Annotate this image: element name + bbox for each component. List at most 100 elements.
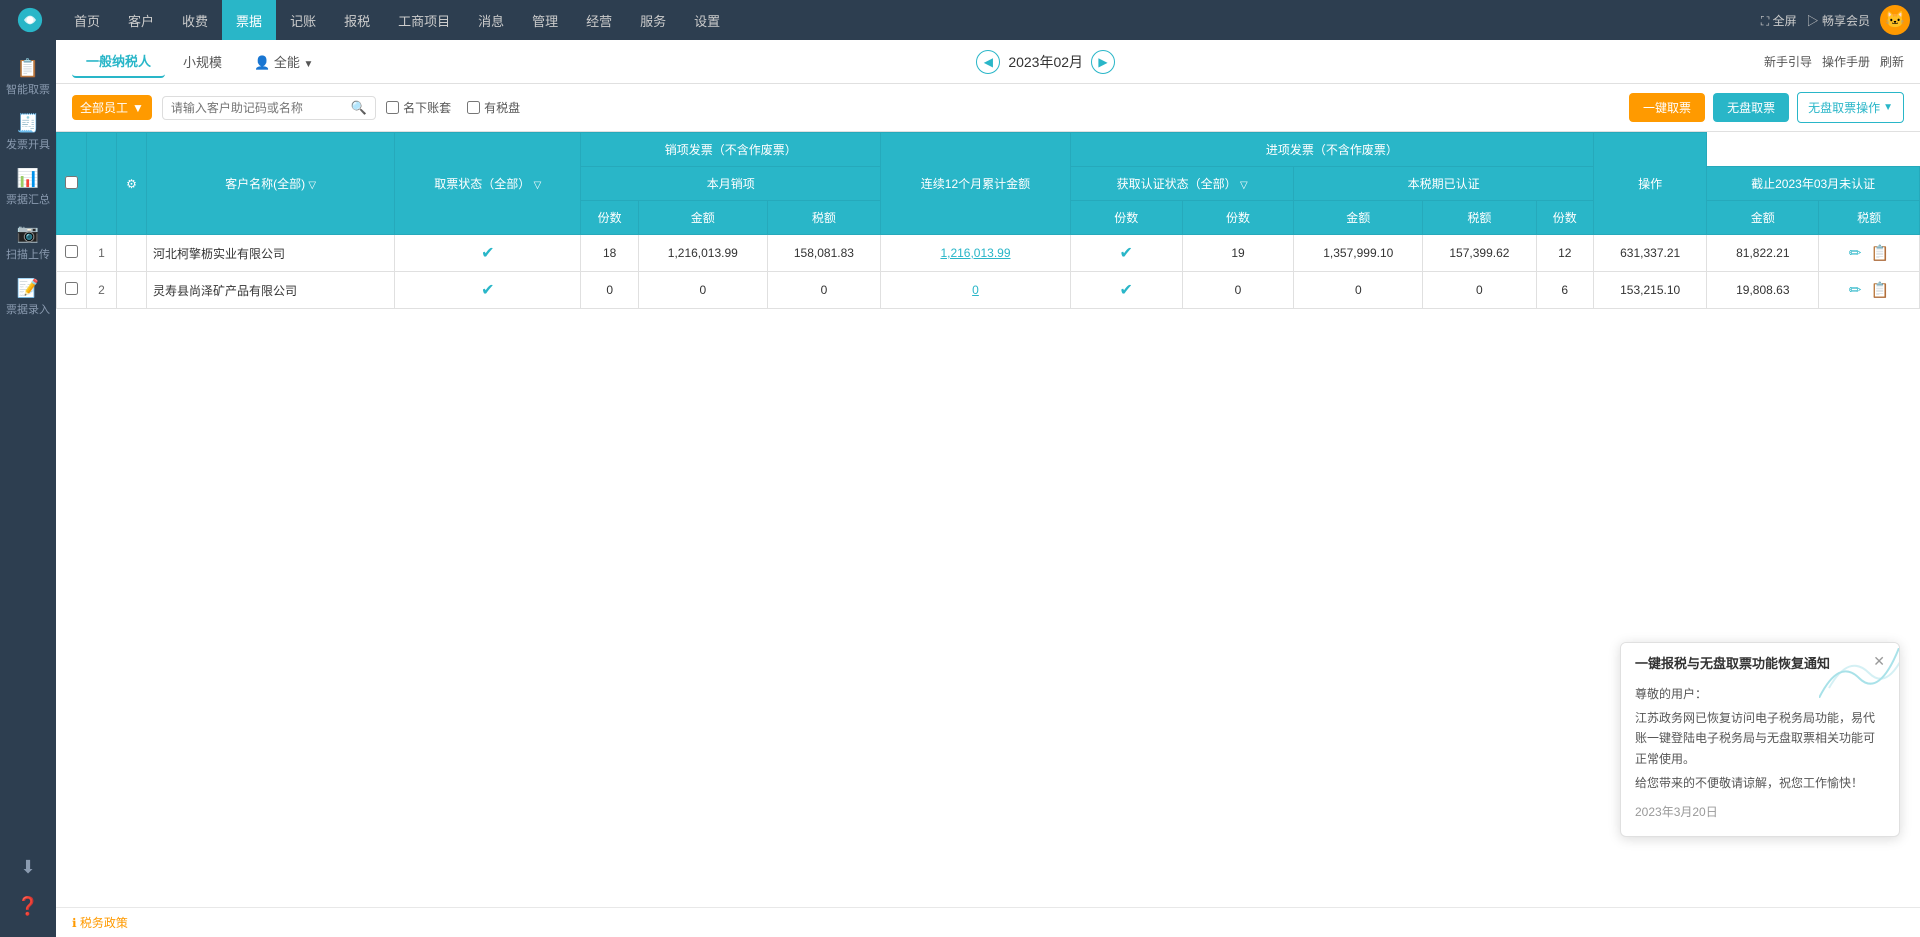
th-cert-count: 份数 xyxy=(1070,201,1182,235)
row-checkbox-cell xyxy=(57,235,87,272)
sidebar-item-invoice-summary[interactable]: 📊 票据汇总 xyxy=(0,160,56,215)
sidebar-item-download[interactable]: ⬇ xyxy=(0,849,56,888)
nav-service[interactable]: 服务 xyxy=(626,0,680,40)
nav-accounting[interactable]: 记账 xyxy=(276,0,330,40)
row-sales-amount: 0 xyxy=(638,272,767,309)
th-uncertified: 截止2023年03月未认证 xyxy=(1707,167,1920,201)
download-icon: ⬇ xyxy=(20,857,35,878)
app-logo xyxy=(10,0,50,40)
row-sales-count: 18 xyxy=(581,235,638,272)
detail-icon[interactable]: 📋 xyxy=(1871,282,1890,299)
sidebar-item-label: 票据录入 xyxy=(6,301,50,317)
checkbox-own-account[interactable]: 名下账套 xyxy=(386,99,451,116)
sidebar-item-scan-upload[interactable]: 📷 扫描上传 xyxy=(0,215,56,270)
no-disk-ticket-button[interactable]: 无盘取票 xyxy=(1713,93,1789,122)
row-uncert-tax: 81,822.21 xyxy=(1707,235,1819,272)
th-sales-amount: 金额 xyxy=(638,201,767,235)
checkbox-tax-disk[interactable]: 有税盘 xyxy=(467,99,520,116)
row-sales-tax: 0 xyxy=(767,272,880,309)
top-navigation: 首页 客户 收费 票据 记账 报税 工商项目 消息 管理 经营 服务 设置 ⛶ … xyxy=(0,0,1920,40)
filter-icon[interactable]: ▽ xyxy=(534,180,542,191)
one-click-ticket-button[interactable]: 一键取票 xyxy=(1629,93,1705,122)
tab-all[interactable]: 👤 全能 ▼ xyxy=(240,46,327,77)
filter-icon[interactable]: ▽ xyxy=(308,180,316,191)
nav-message[interactable]: 消息 xyxy=(464,0,518,40)
row-checkbox[interactable] xyxy=(65,245,78,258)
row-actions: ✏ 📋 xyxy=(1819,272,1920,309)
sidebar-item-invoice-entry[interactable]: 📝 票据录入 xyxy=(0,270,56,325)
popup-content: 江苏政务网已恢复访问电子税务局功能，易代账一键登陆电子税务局与无盘取票相关功能可… xyxy=(1635,708,1885,769)
sidebar-item-help[interactable]: ❓ xyxy=(0,888,56,927)
th-settings: ⚙ xyxy=(117,133,147,235)
user-avatar[interactable]: 🐱 xyxy=(1880,5,1910,35)
nav-fee[interactable]: 收费 xyxy=(168,0,222,40)
sidebar-item-invoice-open[interactable]: 🧾 发票开具 xyxy=(0,105,56,160)
tax-policy-link[interactable]: 税务政策 xyxy=(80,916,128,930)
all-icon: 👤 xyxy=(254,55,270,70)
filter-icon[interactable]: ▽ xyxy=(1240,180,1248,191)
row-actions: ✏ 📋 xyxy=(1819,235,1920,272)
edit-icon[interactable]: ✏ xyxy=(1849,282,1862,299)
row-cert-status: ✔ xyxy=(1070,272,1182,309)
tab-small-scale[interactable]: 小规模 xyxy=(169,46,236,77)
th-actions-header: 操作 xyxy=(1593,133,1706,235)
cert-check-icon: ✔ xyxy=(1120,245,1133,262)
dropdown-icon: ▼ xyxy=(132,101,144,115)
toolbar: 全部员工 ▼ 🔍 名下账套 有税盘 一键取票 无盘取票 无盘取票操作 ▼ xyxy=(56,84,1920,132)
edit-icon[interactable]: ✏ xyxy=(1849,245,1862,262)
fullscreen-btn[interactable]: ⛶ 全屏 xyxy=(1761,12,1797,29)
nav-customer[interactable]: 客户 xyxy=(114,0,168,40)
prev-month-button[interactable]: ◀ xyxy=(976,50,1000,74)
nav-invoice[interactable]: 票据 xyxy=(222,0,276,40)
row-status: ✔ xyxy=(395,235,581,272)
row-customer: 灵寿县尚泽矿产品有限公司 xyxy=(147,272,395,309)
cert-check-icon: ✔ xyxy=(1120,282,1133,299)
search-box: 🔍 xyxy=(162,96,376,120)
employee-select[interactable]: 全部员工 ▼ xyxy=(72,95,152,120)
th-status: 取票状态（全部） ▽ xyxy=(395,133,581,235)
invoice-summary-icon: 📊 xyxy=(17,168,39,189)
sidebar-item-label: 票据汇总 xyxy=(6,191,50,207)
search-input[interactable] xyxy=(171,101,351,115)
refresh-link[interactable]: 刷新 xyxy=(1880,53,1904,70)
invoice-entry-icon: 📝 xyxy=(17,278,39,299)
nav-business[interactable]: 工商项目 xyxy=(384,0,464,40)
invoice-open-icon: 🧾 xyxy=(17,113,39,134)
select-all-checkbox[interactable] xyxy=(65,176,78,189)
row-settings xyxy=(117,235,147,272)
th-cumulative: 连续12个月累计金额 xyxy=(881,133,1071,235)
th-purchase-amount: 金额 xyxy=(1294,201,1423,235)
row-number: 2 xyxy=(87,272,117,309)
member-btn[interactable]: ▷ 畅享会员 xyxy=(1807,12,1870,29)
row-customer: 河北柯擎枥实业有限公司 xyxy=(147,235,395,272)
table-row: 1 河北柯擎枥实业有限公司 ✔ 18 1,216,013.99 158,081.… xyxy=(57,235,1920,272)
th-uncert-amount: 金额 xyxy=(1707,201,1819,235)
popup-date: 2023年3月20日 xyxy=(1635,802,1885,822)
chevron-down-icon: ▼ xyxy=(303,59,313,70)
tab-general-taxpayer[interactable]: 一般纳税人 xyxy=(72,45,165,78)
status-check-icon: ✔ xyxy=(481,282,494,299)
th-uncert-count: 份数 xyxy=(1536,201,1593,235)
tab-bar-right: 新手引导 操作手册 刷新 xyxy=(1764,53,1904,70)
month-navigator: ◀ 2023年02月 ▶ xyxy=(976,50,1115,74)
tab-bar-center: ◀ 2023年02月 ▶ xyxy=(331,50,1760,74)
nav-operation[interactable]: 经营 xyxy=(572,0,626,40)
new-guide-link[interactable]: 新手引导 xyxy=(1764,53,1812,70)
no-disk-operation-button[interactable]: 无盘取票操作 ▼ xyxy=(1797,92,1904,123)
row-checkbox-cell xyxy=(57,272,87,309)
nav-manage[interactable]: 管理 xyxy=(518,0,572,40)
popup-apology: 给您带来的不便敬请谅解，祝您工作愉快！ xyxy=(1635,773,1885,793)
sidebar-item-smart-ticket[interactable]: 📋 智能取票 xyxy=(0,50,56,105)
search-icon[interactable]: 🔍 xyxy=(351,100,367,116)
th-customer: 客户名称(全部) ▽ xyxy=(147,133,395,235)
row-checkbox[interactable] xyxy=(65,282,78,295)
next-month-button[interactable]: ▶ xyxy=(1091,50,1115,74)
row-settings xyxy=(117,272,147,309)
checkbox-group: 名下账套 有税盘 xyxy=(386,99,520,116)
detail-icon[interactable]: 📋 xyxy=(1871,245,1890,262)
manual-link[interactable]: 操作手册 xyxy=(1822,53,1870,70)
nav-home[interactable]: 首页 xyxy=(60,0,114,40)
nav-settings[interactable]: 设置 xyxy=(680,0,734,40)
nav-items: 首页 客户 收费 票据 记账 报税 工商项目 消息 管理 经营 服务 设置 xyxy=(60,0,1761,40)
nav-tax[interactable]: 报税 xyxy=(330,0,384,40)
